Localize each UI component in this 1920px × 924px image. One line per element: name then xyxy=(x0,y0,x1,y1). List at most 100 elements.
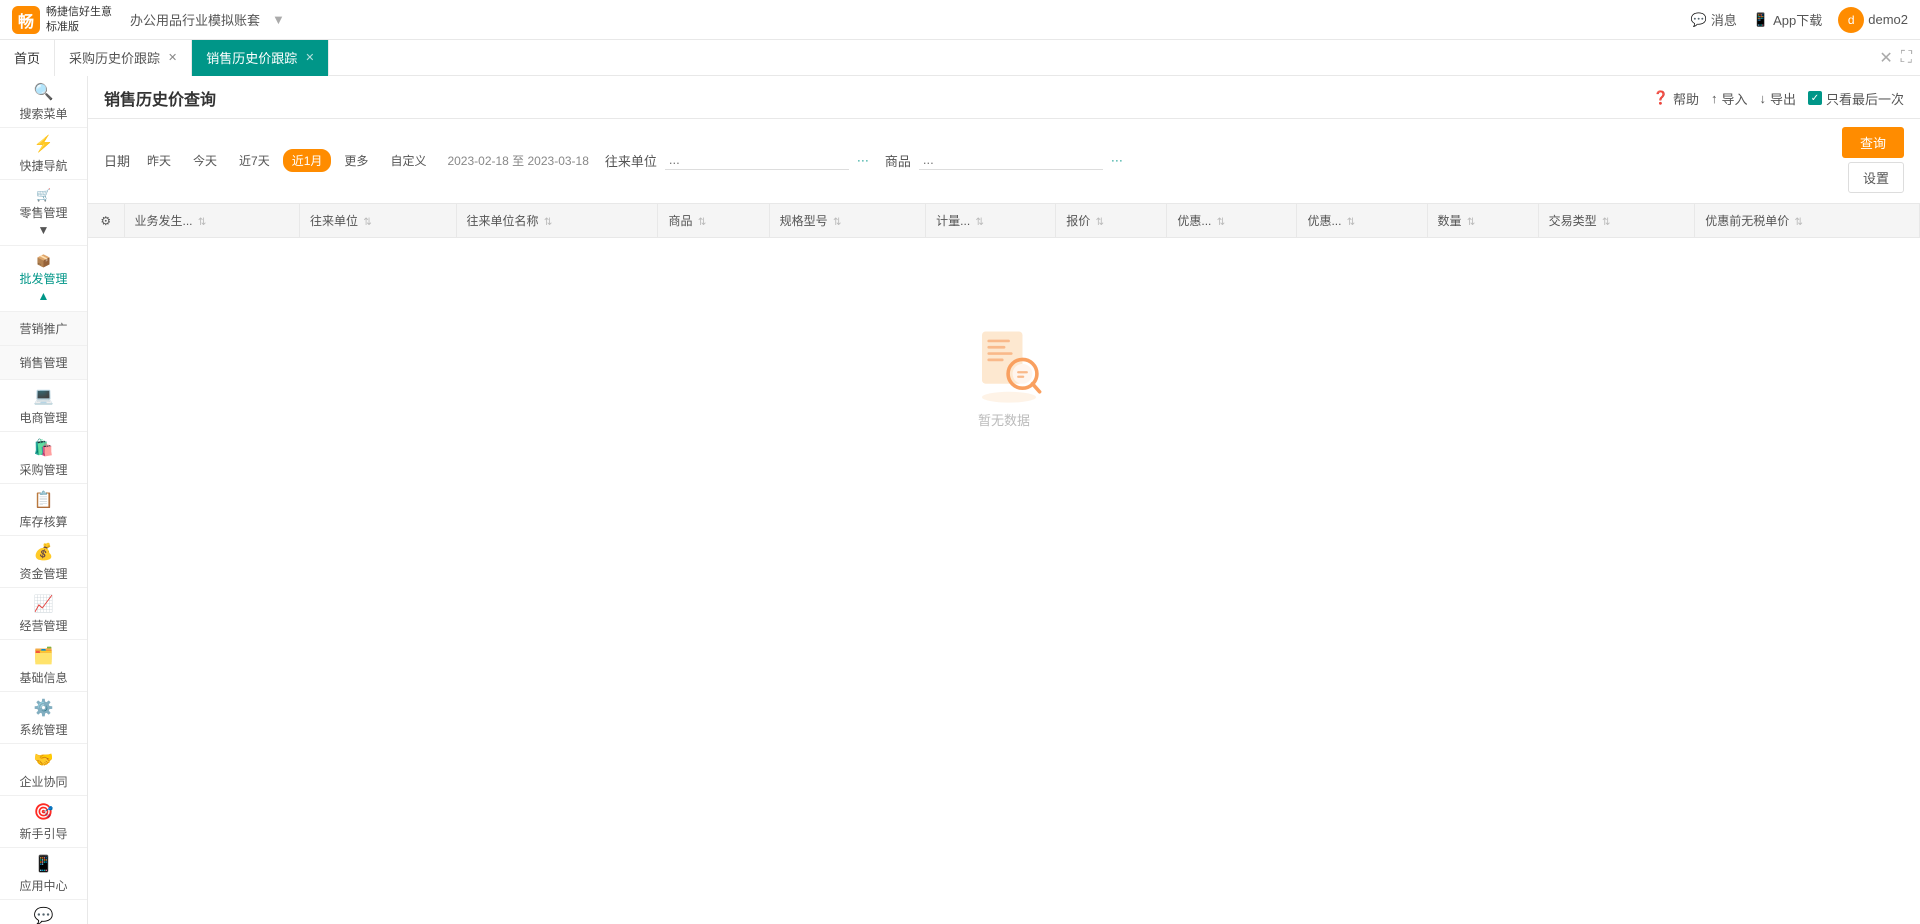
inventory-check-icon: 📋 xyxy=(34,490,54,510)
page-title-row: 销售历史价查询 ❓ 帮助 ↑ 导入 ↓ 导出 ✓ xyxy=(104,86,1904,110)
sidebar-item-inventory-check[interactable]: 📋 库存核算 xyxy=(0,484,87,536)
counterpart-input[interactable] xyxy=(665,150,849,170)
tab-home-label: 首页 xyxy=(14,48,40,67)
help-btn[interactable]: ❓ 帮助 xyxy=(1653,89,1699,108)
top-bar-left: 畅 畅捷信好生意 标准版 办公用品行业模拟账套 ▼ xyxy=(12,5,285,34)
sidebar-item-quick-nav[interactable]: ⚡ 快捷导航 xyxy=(0,128,87,180)
ops-mgmt-label: 经营管理 xyxy=(19,617,67,634)
th-quote-label: 报价 xyxy=(1066,214,1090,228)
page-actions: ❓ 帮助 ↑ 导入 ↓ 导出 ✓ 只看最后一次 xyxy=(1653,89,1904,108)
th-product[interactable]: 商品 ⇅ xyxy=(658,204,769,238)
marketing-label: 营销推广 xyxy=(19,320,67,337)
user-area[interactable]: d demo2 xyxy=(1838,7,1908,33)
import-btn[interactable]: ↑ 导入 xyxy=(1711,89,1748,108)
th-product-label: 商品 xyxy=(668,214,692,228)
date-btn-1month[interactable]: 近1月 xyxy=(283,149,332,172)
sort-arrows-counterpart: ⇅ xyxy=(363,217,371,228)
search-btn[interactable]: 查询 xyxy=(1842,127,1904,158)
date-range-display: 2023-02-18 至 2023-03-18 xyxy=(447,152,588,169)
th-unit[interactable]: 计量... ⇅ xyxy=(926,204,1056,238)
search-menu-icon: 🔍 xyxy=(34,82,54,102)
sort-arrows-trade-type: ⇅ xyxy=(1602,217,1610,228)
empty-state: 暂无数据 xyxy=(88,238,1920,509)
tab-home[interactable]: 首页 xyxy=(0,40,55,76)
product-input[interactable] xyxy=(919,150,1103,170)
th-quote[interactable]: 报价 ⇅ xyxy=(1056,204,1167,238)
main-layout: 🔍 搜索菜单 ⚡ 快捷导航 🛒 零售管理 ▼ 📦 批发管理 ▲ 营销推广 销售管… xyxy=(0,76,1920,924)
close-tab-icon[interactable]: ✕ xyxy=(1879,48,1892,68)
th-discount2[interactable]: 优惠... ⇅ xyxy=(1297,204,1427,238)
sidebar-item-retail-mgmt[interactable]: 🛒 零售管理 ▼ xyxy=(0,180,87,246)
tab-sales-history-close-icon[interactable]: ✕ xyxy=(305,51,314,64)
sidebar-item-basic-info[interactable]: 🗂️ 基础信息 xyxy=(0,640,87,692)
sidebar-item-purchase-mgmt[interactable]: 🛍️ 采购管理 xyxy=(0,432,87,484)
dropdown-arrow-icon[interactable]: ▼ xyxy=(272,12,285,27)
product-label: 商品 xyxy=(885,151,911,170)
wholesale-mgmt-label: 批发管理 xyxy=(19,270,67,287)
sidebar-item-fund-mgmt[interactable]: 💰 资金管理 xyxy=(0,536,87,588)
sidebar-item-search-menu[interactable]: 🔍 搜索菜单 xyxy=(0,76,87,128)
th-spec[interactable]: 规格型号 ⇅ xyxy=(769,204,926,238)
th-trade-type[interactable]: 交易类型 ⇅ xyxy=(1538,204,1695,238)
basic-info-label: 基础信息 xyxy=(19,669,67,686)
sidebar-item-enterprise-collab[interactable]: 🤝 企业协同 xyxy=(0,744,87,796)
th-discount1[interactable]: 优惠... ⇅ xyxy=(1167,204,1297,238)
quick-nav-label: 快捷导航 xyxy=(19,157,67,174)
product-more-btn[interactable]: ··· xyxy=(1111,153,1123,167)
sidebar: 🔍 搜索菜单 ⚡ 快捷导航 🛒 零售管理 ▼ 📦 批发管理 ▲ 营销推广 销售管… xyxy=(0,76,88,924)
th-qty[interactable]: 数量 ⇅ xyxy=(1427,204,1538,238)
th-counterpart-name[interactable]: 往来单位名称 ⇅ xyxy=(456,204,658,238)
app-download-btn[interactable]: 📱 App下载 xyxy=(1753,10,1822,29)
table-head: ⚙ 业务发生... ⇅ 往来单位 ⇅ 往来单位名称 ⇅ xyxy=(88,204,1920,238)
th-biz-date[interactable]: 业务发生... ⇅ xyxy=(124,204,299,238)
date-btn-custom[interactable]: 自定义 xyxy=(381,149,435,172)
date-btn-more[interactable]: 更多 xyxy=(335,149,377,172)
tab-purchase-history[interactable]: 采购历史价跟踪 ✕ xyxy=(55,40,192,76)
fund-mgmt-label: 资金管理 xyxy=(19,565,67,582)
settings-btn[interactable]: 设置 xyxy=(1848,162,1904,193)
maximize-icon[interactable]: ⛶ xyxy=(1901,49,1912,67)
only-last-checkbox[interactable]: ✓ 只看最后一次 xyxy=(1808,89,1904,108)
sales-mgmt-label: 销售管理 xyxy=(19,354,67,371)
tab-purchase-history-close-icon[interactable]: ✕ xyxy=(168,51,177,64)
date-btn-7days[interactable]: 近7天 xyxy=(230,149,279,172)
new-guide-icon: 🎯 xyxy=(34,802,54,822)
filter-row: 日期 昨天 今天 近7天 近1月 更多 自定义 2023-02-18 至 202… xyxy=(104,127,1904,193)
sidebar-item-app-center[interactable]: 📱 应用中心 xyxy=(0,848,87,900)
sidebar-item-wholesale-mgmt[interactable]: 📦 批发管理 ▲ xyxy=(0,246,87,312)
page-header: 销售历史价查询 ❓ 帮助 ↑ 导入 ↓ 导出 ✓ xyxy=(88,76,1920,119)
retail-mgmt-icon: 🛒 xyxy=(36,188,51,202)
filter-area: 日期 昨天 今天 近7天 近1月 更多 自定义 2023-02-18 至 202… xyxy=(88,119,1920,204)
sidebar-item-enterprise-wechat[interactable]: 💬 企业微信 xyxy=(0,900,87,924)
message-btn[interactable]: 💬 消息 xyxy=(1691,10,1737,29)
counterpart-more-btn[interactable]: ··· xyxy=(857,153,869,167)
sort-arrows-discount1: ⇅ xyxy=(1217,217,1225,228)
date-btn-yesterday[interactable]: 昨天 xyxy=(138,149,180,172)
export-btn[interactable]: ↓ 导出 xyxy=(1759,89,1796,108)
tab-sales-history-label: 销售历史价跟踪 xyxy=(206,48,297,67)
new-guide-label: 新手引导 xyxy=(19,825,67,842)
sidebar-item-marketing[interactable]: 营销推广 xyxy=(0,312,87,346)
date-btn-today[interactable]: 今天 xyxy=(184,149,226,172)
top-bar: 畅 畅捷信好生意 标准版 办公用品行业模拟账套 ▼ 💬 消息 📱 App下载 d… xyxy=(0,0,1920,40)
th-gear[interactable]: ⚙ xyxy=(88,204,124,238)
th-counterpart[interactable]: 往来单位 ⇅ xyxy=(299,204,456,238)
quick-nav-icon: ⚡ xyxy=(34,134,54,154)
sidebar-item-new-guide[interactable]: 🎯 新手引导 xyxy=(0,796,87,848)
empty-illustration xyxy=(964,318,1054,408)
sidebar-item-ecommerce-mgmt[interactable]: 💻 电商管理 xyxy=(0,380,87,432)
th-pre-discount-price[interactable]: 优惠前无税单价 ⇅ xyxy=(1695,204,1920,238)
gear-icon[interactable]: ⚙ xyxy=(100,214,111,228)
empty-icon xyxy=(964,318,1044,398)
purchase-mgmt-icon: 🛍️ xyxy=(34,438,54,458)
inventory-check-label: 库存核算 xyxy=(19,513,67,530)
sidebar-item-sales-mgmt[interactable]: 销售管理 xyxy=(0,346,87,380)
wholesale-mgmt-arrow: ▲ xyxy=(38,289,50,303)
sidebar-item-system-mgmt[interactable]: ⚙️ 系统管理 xyxy=(0,692,87,744)
logo-text: 畅捷信好生意 标准版 xyxy=(46,5,112,34)
sidebar-item-ops-mgmt[interactable]: 📈 经营管理 xyxy=(0,588,87,640)
ops-mgmt-icon: 📈 xyxy=(34,594,54,614)
date-label: 日期 xyxy=(104,151,130,170)
tab-sales-history[interactable]: 销售历史价跟踪 ✕ xyxy=(192,40,329,76)
app-icon: 📱 xyxy=(1753,12,1769,28)
